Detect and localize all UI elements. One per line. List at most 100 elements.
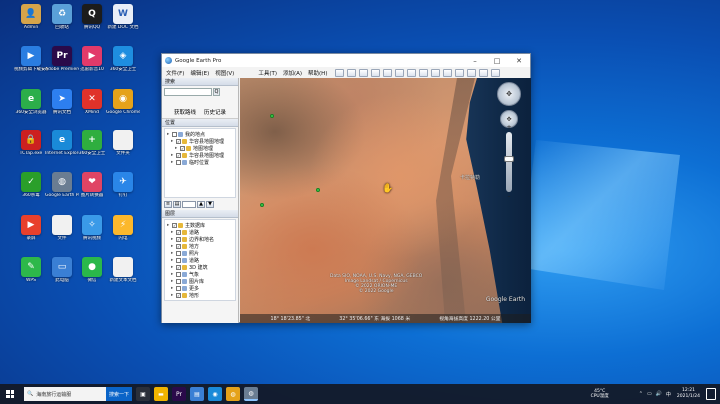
desktop-icon[interactable]: ✈ 钉钉	[106, 172, 140, 210]
menu-edit[interactable]: 编辑(E)	[190, 69, 209, 77]
checkbox[interactable]	[176, 251, 181, 256]
maximize-button[interactable]: □	[486, 54, 508, 67]
checkbox[interactable]: ✓	[176, 293, 181, 298]
tree-item[interactable]: ▸ ✓ 华容县地图地理	[167, 152, 233, 159]
tree-item[interactable]: ▸ ✓ 地形	[167, 292, 233, 299]
email-icon[interactable]	[455, 68, 465, 77]
search-header[interactable]: 搜索	[162, 78, 238, 86]
menu-tools[interactable]: 工具(T)	[258, 69, 277, 77]
checkbox[interactable]: ✓	[176, 139, 181, 144]
move-up-button[interactable]: ▲	[197, 201, 205, 208]
polygon-icon[interactable]	[359, 68, 369, 77]
tour-icon[interactable]	[395, 68, 405, 77]
search-input[interactable]	[164, 88, 212, 96]
tree-item[interactable]: ▸ 道路	[167, 257, 233, 264]
tree-item[interactable]: ▸ ✓ 地图地理	[167, 145, 233, 152]
checkbox[interactable]	[176, 272, 181, 277]
print-icon[interactable]	[467, 68, 477, 77]
tree-item[interactable]: ▸ 我的地点	[167, 131, 233, 138]
desktop-icon[interactable]: 文件夹	[106, 130, 140, 168]
checkbox[interactable]	[172, 132, 177, 137]
tree-item[interactable]: ▸ ✓ 华容县地图地理	[167, 138, 233, 145]
desktop-icon[interactable]: ▶ 录屏	[14, 215, 48, 253]
checkbox[interactable]: ✓	[180, 146, 185, 151]
menu-add[interactable]: 添加(A)	[283, 69, 302, 77]
look-control-icon[interactable]: ✥	[497, 82, 521, 106]
menu-view[interactable]: 视图(V)	[215, 69, 234, 77]
desktop-icon[interactable]: 新建文本文档	[106, 257, 140, 295]
checkbox[interactable]: ✓	[176, 244, 181, 249]
desktop-icon[interactable]: ✧ 腾讯视频	[75, 215, 109, 253]
checkbox[interactable]	[176, 286, 181, 291]
desktop-icon[interactable]: W 新建 DOC 文档	[106, 4, 140, 42]
maps-icon[interactable]	[491, 68, 501, 77]
zoom-in-icon[interactable]: +	[505, 124, 513, 131]
places-filter[interactable]	[182, 201, 196, 208]
minimize-button[interactable]: –	[464, 54, 486, 67]
menu-help[interactable]: 帮助(H)	[308, 69, 327, 77]
desktop-icon[interactable]: e 360安全浏览器	[14, 89, 48, 127]
tree-item[interactable]: ▸ ✓ 边界和地名	[167, 236, 233, 243]
app-taskbar-icon[interactable]: ▤	[190, 387, 204, 401]
tray-expand-icon[interactable]: ⌃	[639, 391, 643, 397]
planet-icon[interactable]	[431, 68, 441, 77]
checkbox[interactable]: ✓	[176, 153, 181, 158]
sidebar-toggle-icon[interactable]	[335, 68, 345, 77]
path-icon[interactable]	[371, 68, 381, 77]
desktop-icon[interactable]: Q 腾讯QQ	[75, 4, 109, 42]
chrome-taskbar-icon[interactable]: ◍	[226, 387, 240, 401]
places-header[interactable]: 位置	[162, 119, 238, 127]
desktop-icon[interactable]: ◉ Google Chrome	[106, 89, 140, 127]
clock[interactable]: 12:21 2021/1/24	[677, 388, 700, 400]
network-icon[interactable]: ▭	[647, 391, 652, 397]
checkbox[interactable]: ✓	[176, 230, 181, 235]
tree-item[interactable]: ▸ ✓ 3D 建筑	[167, 264, 233, 271]
desktop-icon[interactable]: ♻ 回收站	[45, 4, 79, 42]
save-image-icon[interactable]	[479, 68, 489, 77]
ruler-icon[interactable]	[443, 68, 453, 77]
desktop-icon[interactable]: ❤ 图片转换器	[75, 172, 109, 210]
tree-item[interactable]: ▸ 气象	[167, 271, 233, 278]
desktop-icon[interactable]: +360安全卫士	[75, 130, 109, 168]
sun-icon[interactable]	[419, 68, 429, 77]
desktop-icon[interactable]: ⚡ 闪电	[106, 215, 140, 253]
google-earth-taskbar-icon[interactable]: ◍	[244, 387, 258, 401]
checkbox[interactable]: ✓	[176, 265, 181, 270]
tab-history[interactable]: 历史记录	[204, 108, 226, 116]
notification-icon[interactable]	[706, 388, 716, 400]
desktop-icon[interactable]: ◈ 360安全卫士	[106, 46, 140, 84]
cpu-temp-widget[interactable]: 45°C CPU温度	[591, 389, 609, 399]
desktop-icon[interactable]: ● 微信	[75, 257, 109, 295]
map-pin[interactable]	[270, 114, 274, 118]
checkbox[interactable]: ✓	[172, 223, 177, 228]
tree-item[interactable]: ▸ 图片库	[167, 278, 233, 285]
menu-file[interactable]: 文件(F)	[166, 69, 184, 77]
checkbox[interactable]	[176, 279, 181, 284]
zoom-slider-handle[interactable]	[504, 156, 514, 162]
placemark-icon[interactable]	[347, 68, 357, 77]
layers-header[interactable]: 图层	[162, 210, 238, 218]
checkbox[interactable]: ✓	[176, 237, 181, 242]
map-pin[interactable]	[260, 203, 264, 207]
map-pin[interactable]	[316, 188, 320, 192]
taskbar-search-button[interactable]: 搜索一下	[105, 387, 132, 401]
tree-item[interactable]: ▸ ✓ 主数据库	[167, 222, 233, 229]
tree-item[interactable]: ▸ ✓ 道路	[167, 229, 233, 236]
premiere-taskbar-icon[interactable]: Pr	[172, 387, 186, 401]
tree-item[interactable]: ▸ 更多	[167, 285, 233, 292]
earth-map-view[interactable]: 卡拉特勒 ✋ ✥ ✥ + – Data SIO, NOAA, U.S. Navy…	[240, 78, 531, 323]
desktop-icon[interactable]: ▶ 视频剪辑下载安装	[14, 46, 48, 84]
desktop-icon[interactable]: eInternet Explorer	[45, 130, 79, 168]
desktop-icon[interactable]: ▭ 此电脑	[45, 257, 79, 295]
move-down-button[interactable]: ▼	[206, 201, 214, 208]
start-button[interactable]	[0, 384, 20, 404]
task-view-icon[interactable]: ▣	[136, 387, 150, 401]
taskbar-search-input[interactable]: 海南旅行运输服	[36, 391, 106, 398]
file-explorer-icon[interactable]: ▬	[154, 387, 168, 401]
desktop-icon[interactable]: 文件	[45, 215, 79, 253]
desktop-icon[interactable]: ✓ 360杀毒	[14, 172, 48, 210]
checkbox[interactable]	[176, 258, 181, 263]
search-button[interactable]: Q	[213, 88, 220, 96]
tab-get-directions[interactable]: 获取路线	[174, 108, 196, 116]
desktop-icon[interactable]: 🔒 TCTap.exe	[14, 130, 48, 168]
